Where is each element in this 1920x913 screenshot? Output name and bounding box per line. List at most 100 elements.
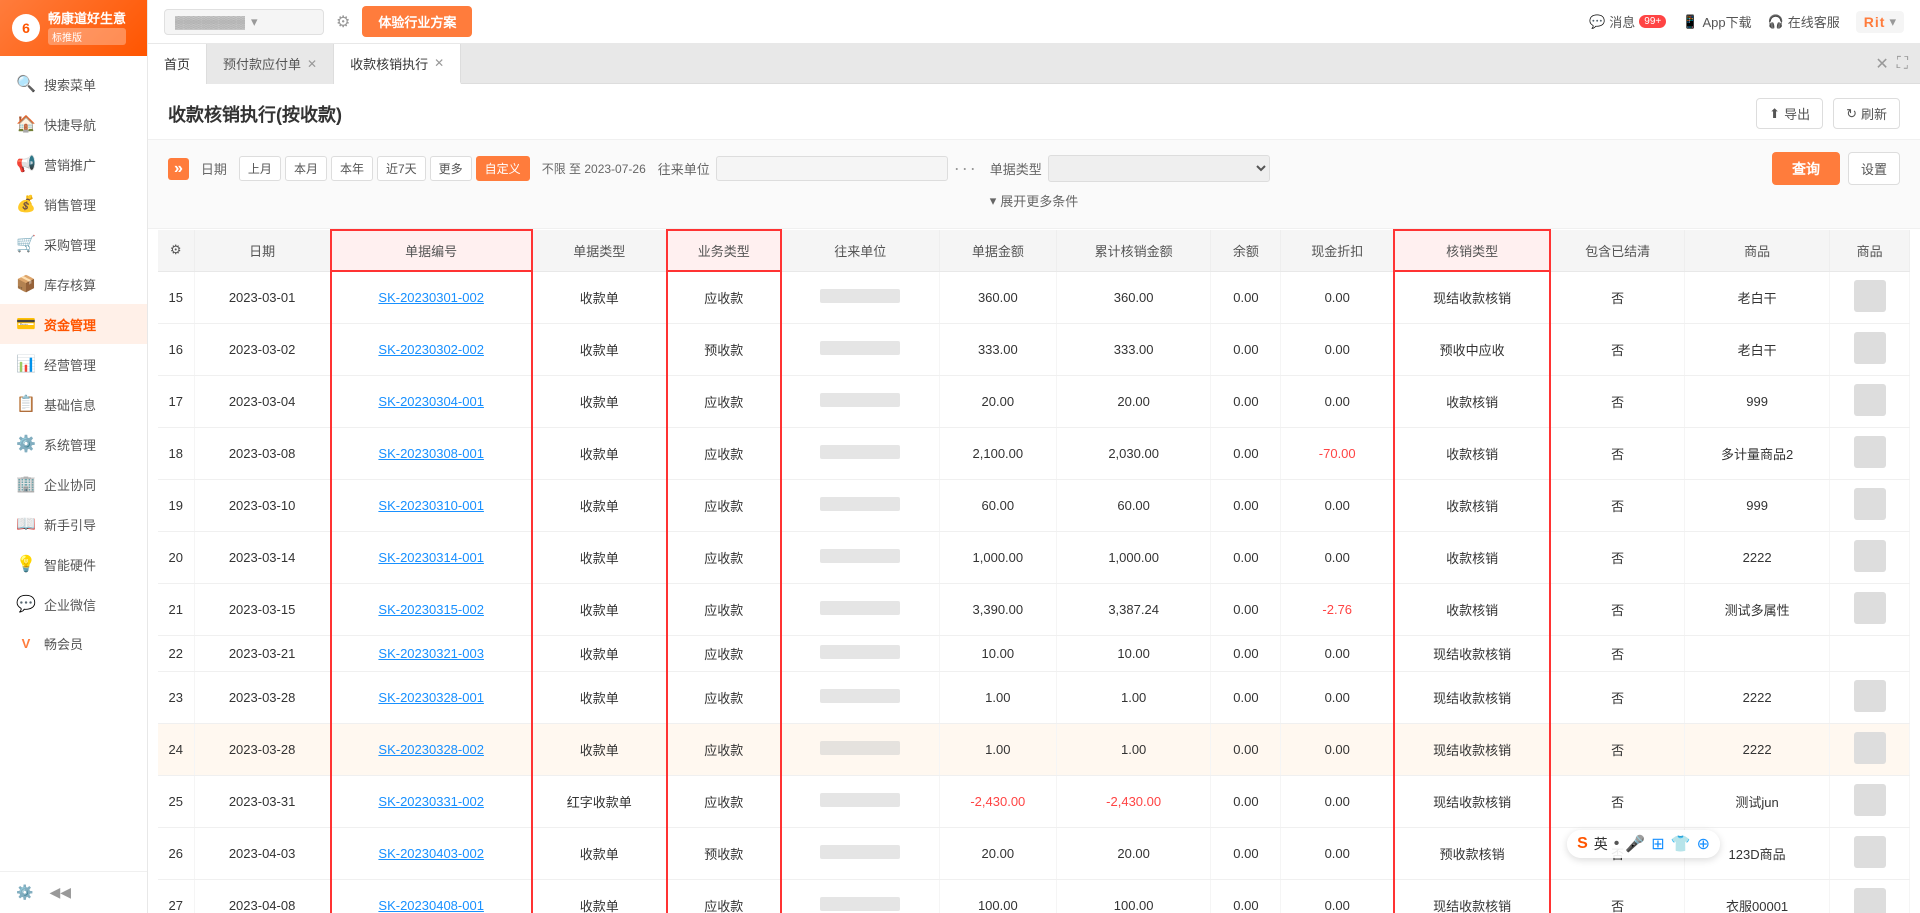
- bill-no-link[interactable]: SK-20230302-002: [378, 342, 484, 357]
- sidebar-item-marketing[interactable]: 📢 营销推广: [0, 144, 147, 184]
- collapse-sidebar-icon[interactable]: ◀◀: [49, 884, 71, 901]
- tab-home[interactable]: 首页: [148, 44, 207, 84]
- sidebar-item-label: 经营管理: [44, 355, 96, 374]
- td-bill-no: SK-20230403-002: [331, 827, 532, 879]
- sidebar-item-hardware[interactable]: 💡 智能硬件: [0, 544, 147, 584]
- td-biz-type: 应收款: [667, 375, 781, 427]
- bill-no-link[interactable]: SK-20230314-001: [378, 550, 484, 565]
- tab-collection[interactable]: 收款核销执行 ✕: [334, 44, 461, 84]
- td-amount: 1,000.00: [939, 531, 1056, 583]
- prepay-tab-close-icon[interactable]: ✕: [307, 57, 317, 71]
- filter-settings-button[interactable]: 设置: [1848, 152, 1900, 185]
- workspace-selector[interactable]: ▓▓▓▓▓▓▓▓ ▾: [164, 9, 324, 35]
- messages-button[interactable]: 💬 消息 99+: [1589, 12, 1666, 31]
- td-unit: [781, 427, 940, 479]
- td-unit: [781, 583, 940, 635]
- td-date: 2023-03-31: [194, 775, 331, 827]
- unit-input[interactable]: [716, 156, 948, 181]
- bill-no-link[interactable]: SK-20230310-001: [378, 498, 484, 513]
- bill-no-link[interactable]: SK-20230328-002: [378, 742, 484, 757]
- td-balance: 0.00: [1211, 723, 1281, 775]
- date-btn-more[interactable]: 更多: [430, 156, 472, 181]
- bill-no-link[interactable]: SK-20230304-001: [378, 394, 484, 409]
- date-btn-this-month[interactable]: 本月: [285, 156, 327, 181]
- td-balance: 0.00: [1211, 375, 1281, 427]
- sidebar-item-guide[interactable]: 📖 新手引导: [0, 504, 147, 544]
- td-biz-type: 应收款: [667, 879, 781, 913]
- date-btn-7days[interactable]: 近7天: [377, 156, 426, 181]
- td-biz-type: 应收款: [667, 583, 781, 635]
- td-no: 16: [158, 323, 194, 375]
- td-bill-type: 收款单: [532, 479, 667, 531]
- date-btn-last-month[interactable]: 上月: [239, 156, 281, 181]
- bill-no-link[interactable]: SK-20230321-003: [378, 646, 484, 661]
- user-menu[interactable]: Rit ▾: [1856, 11, 1904, 33]
- sidebar-item-enterprise[interactable]: 🏢 企业协同: [0, 464, 147, 504]
- filter-toggle-button[interactable]: »: [168, 158, 189, 180]
- sidebar-logo: 6 畅康道好生意 标推版: [0, 0, 147, 56]
- date-btn-this-year[interactable]: 本年: [331, 156, 373, 181]
- td-date: 2023-03-10: [194, 479, 331, 531]
- td-no: 23: [158, 671, 194, 723]
- td-product-img: [1830, 879, 1910, 913]
- table-row: 22 2023-03-21 SK-20230321-003 收款单 应收款 10…: [158, 635, 1910, 671]
- sidebar-item-sales[interactable]: 💰 销售管理: [0, 184, 147, 224]
- settings-gear-icon[interactable]: ⚙: [336, 12, 350, 32]
- online-service-button[interactable]: 🎧 在线客服: [1768, 12, 1840, 31]
- watermark-grid-icon[interactable]: ⊞: [1651, 834, 1664, 854]
- bill-no-link[interactable]: SK-20230331-002: [378, 794, 484, 809]
- app-download-button[interactable]: 📱 App下载: [1682, 12, 1751, 31]
- table-header-row: ⚙ 日期 单据编号 单据类型 业务类型 往来单位 单据金额 累计核销金额 余额 …: [158, 230, 1910, 271]
- watermark-s-icon: S: [1577, 835, 1588, 853]
- query-button[interactable]: 查询: [1772, 152, 1840, 185]
- watermark-mic-icon[interactable]: 🎤: [1625, 834, 1645, 854]
- td-writeoff: 100.00: [1056, 879, 1211, 913]
- td-writeoff-type: 收款核销: [1394, 531, 1550, 583]
- bill-no-link[interactable]: SK-20230408-001: [378, 898, 484, 913]
- sidebar-item-wechat[interactable]: 💬 企业微信: [0, 584, 147, 624]
- sidebar-item-quick-nav[interactable]: 🏠 快捷导航: [0, 104, 147, 144]
- basic-icon: 📋: [16, 394, 36, 414]
- date-btn-custom[interactable]: 自定义: [476, 156, 530, 181]
- settings-footer-icon[interactable]: ⚙️: [16, 884, 33, 901]
- th-settings[interactable]: ⚙: [158, 230, 194, 271]
- watermark-overlay: S 英 • 🎤 ⊞ 👕 ⊕: [1567, 830, 1720, 858]
- sidebar-item-purchase[interactable]: 🛒 采购管理: [0, 224, 147, 264]
- bill-no-link[interactable]: SK-20230328-001: [378, 690, 484, 705]
- watermark-share-icon[interactable]: ⊕: [1697, 834, 1710, 854]
- td-balance: 0.00: [1211, 479, 1281, 531]
- close-tab-icon[interactable]: ✕: [1875, 54, 1888, 74]
- type-select[interactable]: [1048, 155, 1270, 182]
- td-writeoff-type: 收款核销: [1394, 427, 1550, 479]
- td-included: 否: [1550, 375, 1684, 427]
- td-writeoff-type: 现结收款核销: [1394, 671, 1550, 723]
- bill-no-link[interactable]: SK-20230315-002: [378, 602, 484, 617]
- expand-more-btn[interactable]: ▾ 展开更多条件: [990, 191, 1079, 210]
- logo-name: 畅康道好生意: [48, 11, 126, 28]
- td-bill-type: 收款单: [532, 723, 667, 775]
- th-balance: 余额: [1211, 230, 1281, 271]
- collection-tab-close-icon[interactable]: ✕: [434, 56, 444, 70]
- sidebar-item-member[interactable]: V 畅会员: [0, 624, 147, 663]
- td-biz-type: 应收款: [667, 671, 781, 723]
- sidebar-item-finance[interactable]: 💳 资金管理: [0, 304, 147, 344]
- th-discount: 现金折扣: [1281, 230, 1394, 271]
- sidebar-item-basic[interactable]: 📋 基础信息: [0, 384, 147, 424]
- table-row: 18 2023-03-08 SK-20230308-001 收款单 应收款 2,…: [158, 427, 1910, 479]
- td-writeoff-type: 预收款核销: [1394, 827, 1550, 879]
- export-button[interactable]: ⬆ 导出: [1756, 98, 1823, 129]
- tab-prepay[interactable]: 预付款应付单 ✕: [207, 44, 334, 84]
- sidebar-item-operations[interactable]: 📊 经营管理: [0, 344, 147, 384]
- watermark-shirt-icon[interactable]: 👕: [1671, 834, 1691, 854]
- bill-no-link[interactable]: SK-20230308-001: [378, 446, 484, 461]
- sidebar-item-system[interactable]: ⚙️ 系统管理: [0, 424, 147, 464]
- fullscreen-icon[interactable]: ⛶: [1897, 55, 1908, 73]
- bill-no-link[interactable]: SK-20230301-002: [378, 290, 484, 305]
- td-bill-type: 收款单: [532, 271, 667, 323]
- refresh-button[interactable]: ↻ 刷新: [1833, 98, 1900, 129]
- sidebar-item-search[interactable]: 🔍 搜索菜单: [0, 64, 147, 104]
- td-balance: 0.00: [1211, 879, 1281, 913]
- solution-button[interactable]: 体验行业方案: [362, 6, 472, 37]
- bill-no-link[interactable]: SK-20230403-002: [378, 846, 484, 861]
- sidebar-item-inventory[interactable]: 📦 库存核算: [0, 264, 147, 304]
